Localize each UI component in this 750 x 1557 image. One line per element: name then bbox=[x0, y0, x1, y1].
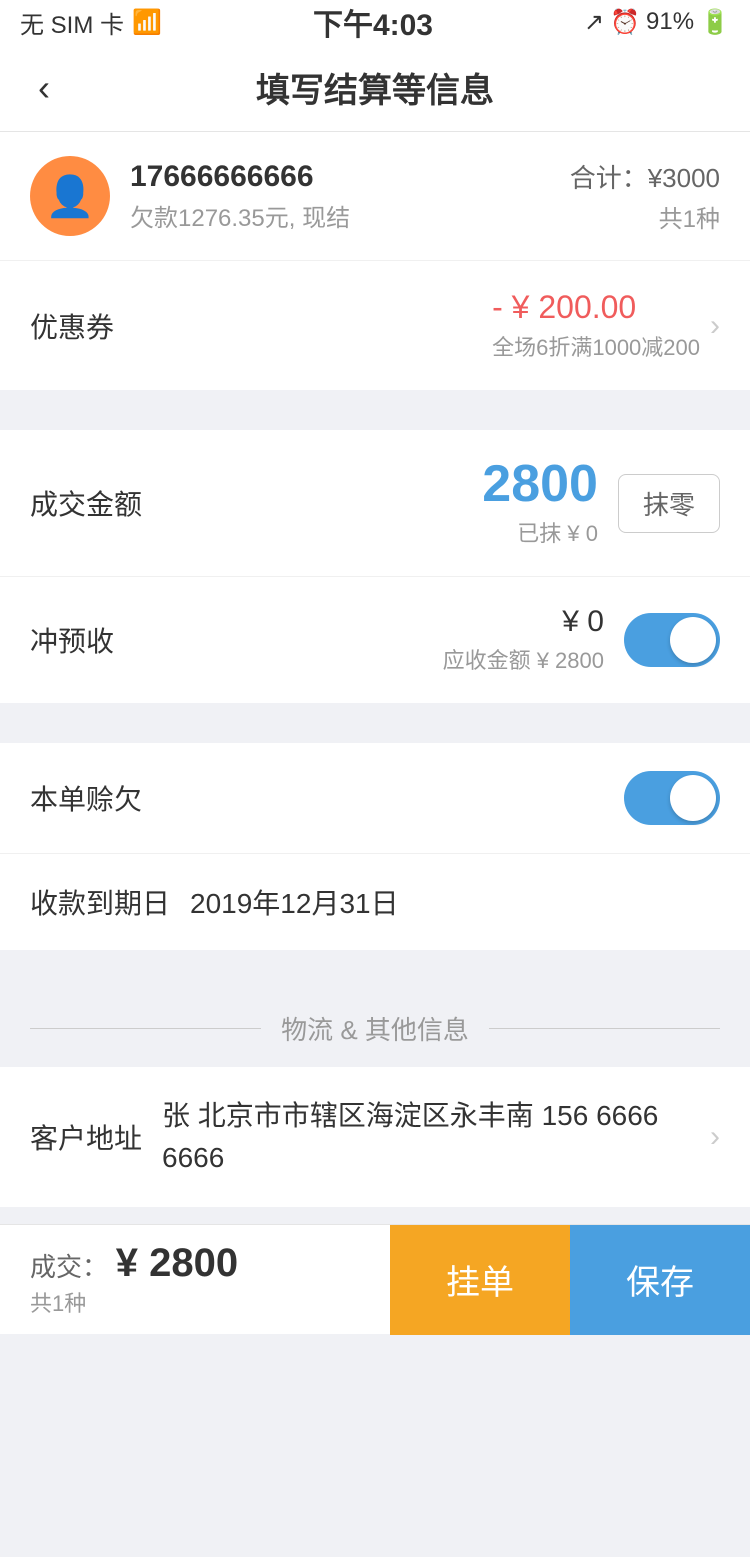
bottom-bar: 成交： ¥ 2800 共1种 挂单 保存 bbox=[0, 1224, 750, 1334]
bottom-deal-label: 成交： bbox=[30, 1252, 108, 1282]
battery-text: 91% bbox=[646, 8, 694, 36]
advance-amount-col: ¥ 0 应收金额 ¥ 2800 bbox=[443, 605, 604, 675]
hang-order-button[interactable]: 挂单 bbox=[390, 1225, 570, 1335]
debt-card: 本单赊欠 收款到期日 2019年12月31日 bbox=[0, 743, 750, 950]
user-right: 合计：¥3000 共1种 bbox=[570, 158, 720, 234]
logistics-text: 物流 & 其他信息 bbox=[281, 1010, 469, 1047]
address-value: 张 北京市市辖区海淀区永丰南 156 6666 6666 bbox=[162, 1095, 710, 1179]
advance-right: ¥ 0 应收金额 ¥ 2800 bbox=[443, 605, 720, 675]
status-time: 下午4:03 bbox=[313, 0, 433, 44]
debt-row: 本单赊欠 bbox=[0, 743, 750, 853]
advance-amount: ¥ 0 bbox=[443, 605, 604, 639]
back-button[interactable]: ‹ bbox=[28, 57, 60, 119]
alarm-icon: ⏰ bbox=[610, 8, 640, 37]
logistics-line-left bbox=[30, 1028, 261, 1029]
status-bar: 无 SIM 卡 📶 下午4:03 ↗ ⏰ 91% 🔋 bbox=[0, 0, 750, 44]
bottom-deal-row: 成交： ¥ 2800 bbox=[30, 1241, 360, 1286]
amount-col: 2800 已抹 ¥ 0 bbox=[482, 458, 598, 548]
user-phone: 17666666666 bbox=[130, 160, 350, 194]
coupon-amount: - ¥ 200.00 bbox=[492, 289, 700, 326]
wifi-icon: 📶 bbox=[132, 8, 162, 37]
section-divider-3 bbox=[0, 970, 750, 990]
amount-card: 成交金额 2800 已抹 ¥ 0 抹零 冲预收 ¥ 0 应收金额 ¥ 2800 bbox=[0, 430, 750, 703]
total-count: 共1种 bbox=[570, 199, 720, 234]
debt-toggle[interactable] bbox=[624, 771, 720, 825]
status-left: 无 SIM 卡 📶 bbox=[20, 5, 162, 40]
address-chevron-icon: › bbox=[710, 1120, 720, 1154]
logistics-header: 物流 & 其他信息 bbox=[0, 990, 750, 1067]
amount-sub: 已抹 ¥ 0 bbox=[482, 516, 598, 548]
due-label: 收款到期日 bbox=[30, 882, 170, 922]
advance-row: 冲预收 ¥ 0 应收金额 ¥ 2800 bbox=[0, 576, 750, 703]
total-label: 合计：¥3000 bbox=[570, 158, 720, 195]
section-divider-1 bbox=[0, 410, 750, 430]
advance-label: 冲预收 bbox=[30, 620, 114, 660]
page-title: 填写结算等信息 bbox=[256, 63, 494, 112]
amount-right: 2800 已抹 ¥ 0 抹零 bbox=[482, 458, 720, 548]
battery-icon: 🔋 bbox=[700, 8, 730, 37]
address-label: 客户地址 bbox=[30, 1117, 142, 1157]
coupon-info: - ¥ 200.00 全场6折满1000减200 bbox=[492, 289, 700, 362]
amount-row: 成交金额 2800 已抹 ¥ 0 抹零 bbox=[0, 430, 750, 576]
save-button[interactable]: 保存 bbox=[570, 1225, 750, 1335]
no-sim-text: 无 SIM 卡 bbox=[20, 5, 124, 40]
address-row[interactable]: 客户地址 张 北京市市辖区海淀区永丰南 156 6666 6666 › bbox=[0, 1067, 750, 1207]
amount-label: 成交金额 bbox=[30, 483, 142, 523]
debt-label: 本单赊欠 bbox=[30, 778, 142, 818]
user-sub: 欠款1276.35元, 现结 bbox=[130, 198, 350, 233]
coupon-desc: 全场6折满1000减200 bbox=[492, 330, 700, 362]
address-card[interactable]: 客户地址 张 北京市市辖区海淀区永丰南 156 6666 6666 › bbox=[0, 1067, 750, 1207]
coupon-right: - ¥ 200.00 全场6折满1000减200 › bbox=[492, 289, 720, 362]
coupon-row[interactable]: 优惠券 - ¥ 200.00 全场6折满1000减200 › bbox=[0, 260, 750, 390]
nav-bar: ‹ 填写结算等信息 bbox=[0, 44, 750, 132]
advance-toggle[interactable] bbox=[624, 613, 720, 667]
bottom-summary: 成交： ¥ 2800 共1种 bbox=[0, 1241, 390, 1318]
due-value: 2019年12月31日 bbox=[190, 882, 399, 922]
advance-sub: 应收金额 ¥ 2800 bbox=[443, 643, 604, 675]
user-left: 👤 17666666666 欠款1276.35元, 现结 bbox=[30, 156, 350, 236]
coupon-label: 优惠券 bbox=[30, 306, 114, 346]
location-icon: ↗ bbox=[584, 8, 604, 37]
user-info: 17666666666 欠款1276.35元, 现结 bbox=[130, 160, 350, 233]
status-right: ↗ ⏰ 91% 🔋 bbox=[584, 8, 730, 37]
bottom-count: 共1种 bbox=[30, 1286, 360, 1318]
round-zero-button[interactable]: 抹零 bbox=[618, 474, 720, 533]
amount-value: 2800 bbox=[482, 458, 598, 510]
bottom-amount: ¥ 2800 bbox=[116, 1241, 238, 1285]
section-divider-2 bbox=[0, 723, 750, 743]
avatar: 👤 bbox=[30, 156, 110, 236]
content-area: 👤 17666666666 欠款1276.35元, 现结 合计：¥3000 共1… bbox=[0, 132, 750, 1557]
coupon-chevron-icon: › bbox=[710, 309, 720, 343]
user-row: 👤 17666666666 欠款1276.35元, 现结 合计：¥3000 共1… bbox=[0, 132, 750, 260]
user-info-card: 👤 17666666666 欠款1276.35元, 现结 合计：¥3000 共1… bbox=[0, 132, 750, 390]
logistics-line-right bbox=[489, 1028, 720, 1029]
due-date-row: 收款到期日 2019年12月31日 bbox=[0, 853, 750, 950]
